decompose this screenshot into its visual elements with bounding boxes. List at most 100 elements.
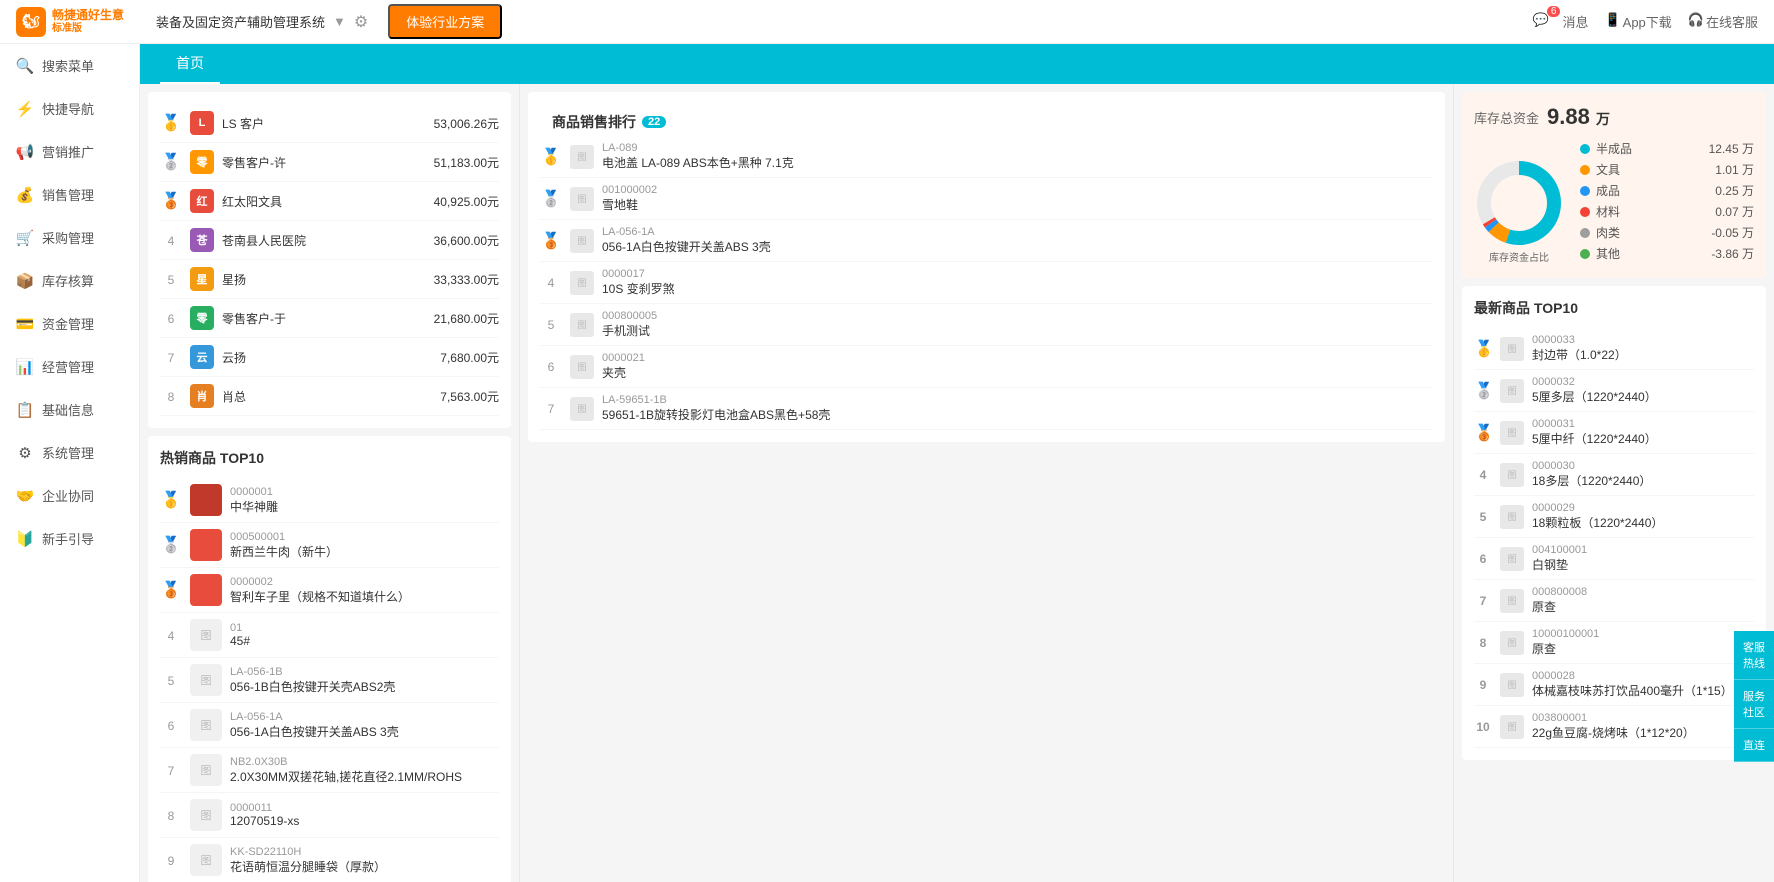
customer-name: 零售客户-于 xyxy=(222,310,426,327)
sidebar-item-inventory[interactable]: 📦库存核算 xyxy=(0,259,139,302)
rank-number-7: 7 xyxy=(168,764,175,778)
product-thumbnail: 图 xyxy=(570,397,594,421)
rank-medal: 8 xyxy=(160,389,182,404)
customer-rank-item: 8 肖 肖总 7,563.00元 xyxy=(160,377,499,416)
product-name: 电池盖 LA-089 ABS本色+黑种 7.1克 xyxy=(602,154,794,171)
sidebar: 🔍搜索菜单 ⚡ 快捷导航 📢营销推广💰销售管理🛒采购管理📦库存核算💳资金管理📊经营管理… xyxy=(0,44,140,882)
product-name: 新西兰牛肉（新牛） xyxy=(230,543,338,560)
tab-home[interactable]: 首页 xyxy=(160,44,220,84)
sidebar-item-marketing[interactable]: 📢营销推广 xyxy=(0,130,139,173)
sidebar-item-operation[interactable]: 📊经营管理 xyxy=(0,345,139,388)
product-info: 001000002 雪地鞋 xyxy=(602,184,657,213)
product-info: LA-056-1B 056-1B白色按键开关壳ABS2壳 xyxy=(230,666,395,695)
product-name: 10S 变刹罗煞 xyxy=(602,280,675,297)
system-arrow-icon[interactable]: ▼ xyxy=(333,14,346,29)
rank-medal: 🥉 xyxy=(160,580,182,600)
logo-subtitle: 标准版 xyxy=(52,23,124,35)
gear-icon[interactable]: ⚙ xyxy=(354,12,368,32)
sidebar-label-operation: 经营管理 xyxy=(42,357,94,376)
customer-rank-item: 5 星 星扬 33,333.00元 xyxy=(160,260,499,299)
sidebar-item-guide[interactable]: 🔰新手引导 xyxy=(0,517,139,560)
customer-name: LS 客户 xyxy=(222,115,426,132)
customer-ranking-card: 🥇 L LS 客户 53,006.26元 🥈 零 零售客户-许 51,183.0… xyxy=(148,92,511,428)
newest-rank: 6 xyxy=(1474,552,1492,566)
message-button[interactable]: 💬 6 消息 xyxy=(1533,12,1589,31)
newest-product-item: 5 图 0000029 18颗粒板（1220*2440） xyxy=(1474,496,1754,538)
trial-button[interactable]: 体验行业方案 xyxy=(388,4,502,39)
legend-label: 肉类 xyxy=(1596,224,1620,241)
home-tab-label: 首页 xyxy=(176,53,204,73)
float-btn-direct[interactable]: 直连 xyxy=(1734,729,1774,762)
medal-bronze-icon: 🥉 xyxy=(541,233,561,250)
newest-thumbnail: 图 xyxy=(1500,673,1524,697)
hot-product-item: 4 图 01 45# xyxy=(160,613,499,658)
product-name: 45# xyxy=(230,634,250,648)
legend-dot xyxy=(1580,186,1590,196)
customer-avatar: 零 xyxy=(190,306,214,330)
inventory-section: 库存总资金 9.88 万 xyxy=(1462,92,1766,278)
newest-product-item: 🥉 图 0000031 5厘中纤（1220*2440） xyxy=(1474,412,1754,454)
product-sales-item: 🥇 图 LA-089 电池盖 LA-089 ABS本色+黑种 7.1克 xyxy=(540,136,1433,178)
float-btn-service[interactable]: 服务社区 xyxy=(1734,680,1774,729)
product-sales-item: 🥉 图 LA-056-1A 056-1A白色按键开关盖ABS 3壳 xyxy=(540,220,1433,262)
sidebar-label-inventory: 库存核算 xyxy=(42,271,94,290)
logo-text-block: 畅捷通好生意 标准版 xyxy=(52,8,124,34)
medal-gold-icon: 🥇 xyxy=(1474,341,1494,358)
message-label: 消息 xyxy=(1562,12,1588,31)
nav-icon: ⚡ xyxy=(16,100,34,118)
float-btn-customer[interactable]: 客服热线 xyxy=(1734,631,1774,680)
legend-label: 材料 xyxy=(1596,203,1620,220)
sidebar-item-search[interactable]: 🔍搜索菜单 xyxy=(0,44,139,87)
newest-code: 000800008 xyxy=(1532,586,1587,598)
service-button[interactable]: 🎧 在线客服 xyxy=(1688,12,1758,31)
marketing-icon: 📢 xyxy=(16,143,34,161)
product-info: LA-056-1A 056-1A白色按键开关盖ABS 3壳 xyxy=(230,711,399,740)
product-name: 59651-1B旋转投影灯电池盒ABS黑色+58壳 xyxy=(602,406,830,423)
sidebar-item-corp[interactable]: 🤝企业协同 xyxy=(0,474,139,517)
customer-value: 21,680.00元 xyxy=(434,310,499,327)
newest-product-item: 8 图 10000100001 原查 xyxy=(1474,622,1754,664)
legend-value: 0.07 万 xyxy=(1715,203,1754,220)
sidebar-label-finance: 资金管理 xyxy=(42,314,94,333)
rank-medal: 6 xyxy=(160,311,182,326)
product-thumbnail: 图 xyxy=(190,799,222,831)
rank-medal: 4 xyxy=(540,275,562,290)
customer-value: 7,680.00元 xyxy=(440,349,499,366)
rank-medal: 6 xyxy=(540,359,562,374)
sidebar-item-sales[interactable]: 💰销售管理 xyxy=(0,173,139,216)
product-thumbnail: 图 xyxy=(570,313,594,337)
customer-rank-item: 4 苍 苍南县人民医院 36,600.00元 xyxy=(160,221,499,260)
topbar: 🐿 畅捷通好生意 标准版 装备及固定资产辅助管理系统 ▼ ⚙ 体验行业方案 💬 … xyxy=(0,0,1774,44)
product-sales-item: 7 图 LA-59651-1B 59651-1B旋转投影灯电池盒ABS黑色+58… xyxy=(540,388,1433,430)
newest-thumbnail: 图 xyxy=(1500,421,1524,445)
customer-rank-item: 🥈 零 零售客户-许 51,183.00元 xyxy=(160,143,499,182)
newest-code: 004100001 xyxy=(1532,544,1587,556)
customer-value: 7,563.00元 xyxy=(440,388,499,405)
product-code: 0000001 xyxy=(230,486,278,498)
rank-number-9: 9 xyxy=(168,854,175,868)
product-thumbnail xyxy=(190,529,222,561)
sidebar-label-nav: 快捷导航 xyxy=(42,99,94,118)
system-selector[interactable]: 装备及固定资产辅助管理系统 ▼ ⚙ xyxy=(156,12,368,32)
sidebar-item-basic[interactable]: 📋基础信息 xyxy=(0,388,139,431)
donut-legend: 半成品 12.45 万 文具 1.01 万 成品 0.25 万 材料 0.07 … xyxy=(1580,140,1754,266)
sidebar-label-sales: 销售管理 xyxy=(42,185,94,204)
headset-icon: 🎧 xyxy=(1688,12,1704,28)
message-icon: 💬 xyxy=(1533,12,1549,28)
app-download-button[interactable]: 📱 App下载 xyxy=(1604,12,1671,31)
medal-silver-icon: 🥈 xyxy=(161,154,181,171)
sidebar-item-purchase[interactable]: 🛒采购管理 xyxy=(0,216,139,259)
sidebar-item-system[interactable]: ⚙系统管理 xyxy=(0,431,139,474)
inventory-title: 库存总资金 xyxy=(1474,108,1539,127)
rank-number-7: 7 xyxy=(548,402,555,416)
customer-ranking-list: 🥇 L LS 客户 53,006.26元 🥈 零 零售客户-许 51,183.0… xyxy=(160,104,499,416)
donut-label: 库存资金占比 xyxy=(1474,249,1564,264)
product-code: 01 xyxy=(230,622,250,634)
product-name: 2.0X30MM双搓花轴,搓花直径2.1MM/ROHS xyxy=(230,768,462,785)
content-area: 首页 🥇 L LS 客户 53,006.26元 🥈 零 零售客户-许 51,18… xyxy=(140,44,1774,882)
newest-products-title: 最新商品 TOP10 xyxy=(1474,298,1754,318)
sidebar-item-nav[interactable]: ⚡ 快捷导航 xyxy=(0,87,139,130)
phone-icon: 📱 xyxy=(1604,12,1620,28)
sidebar-item-finance[interactable]: 💳资金管理 xyxy=(0,302,139,345)
newest-rank: 🥈 xyxy=(1474,381,1492,401)
